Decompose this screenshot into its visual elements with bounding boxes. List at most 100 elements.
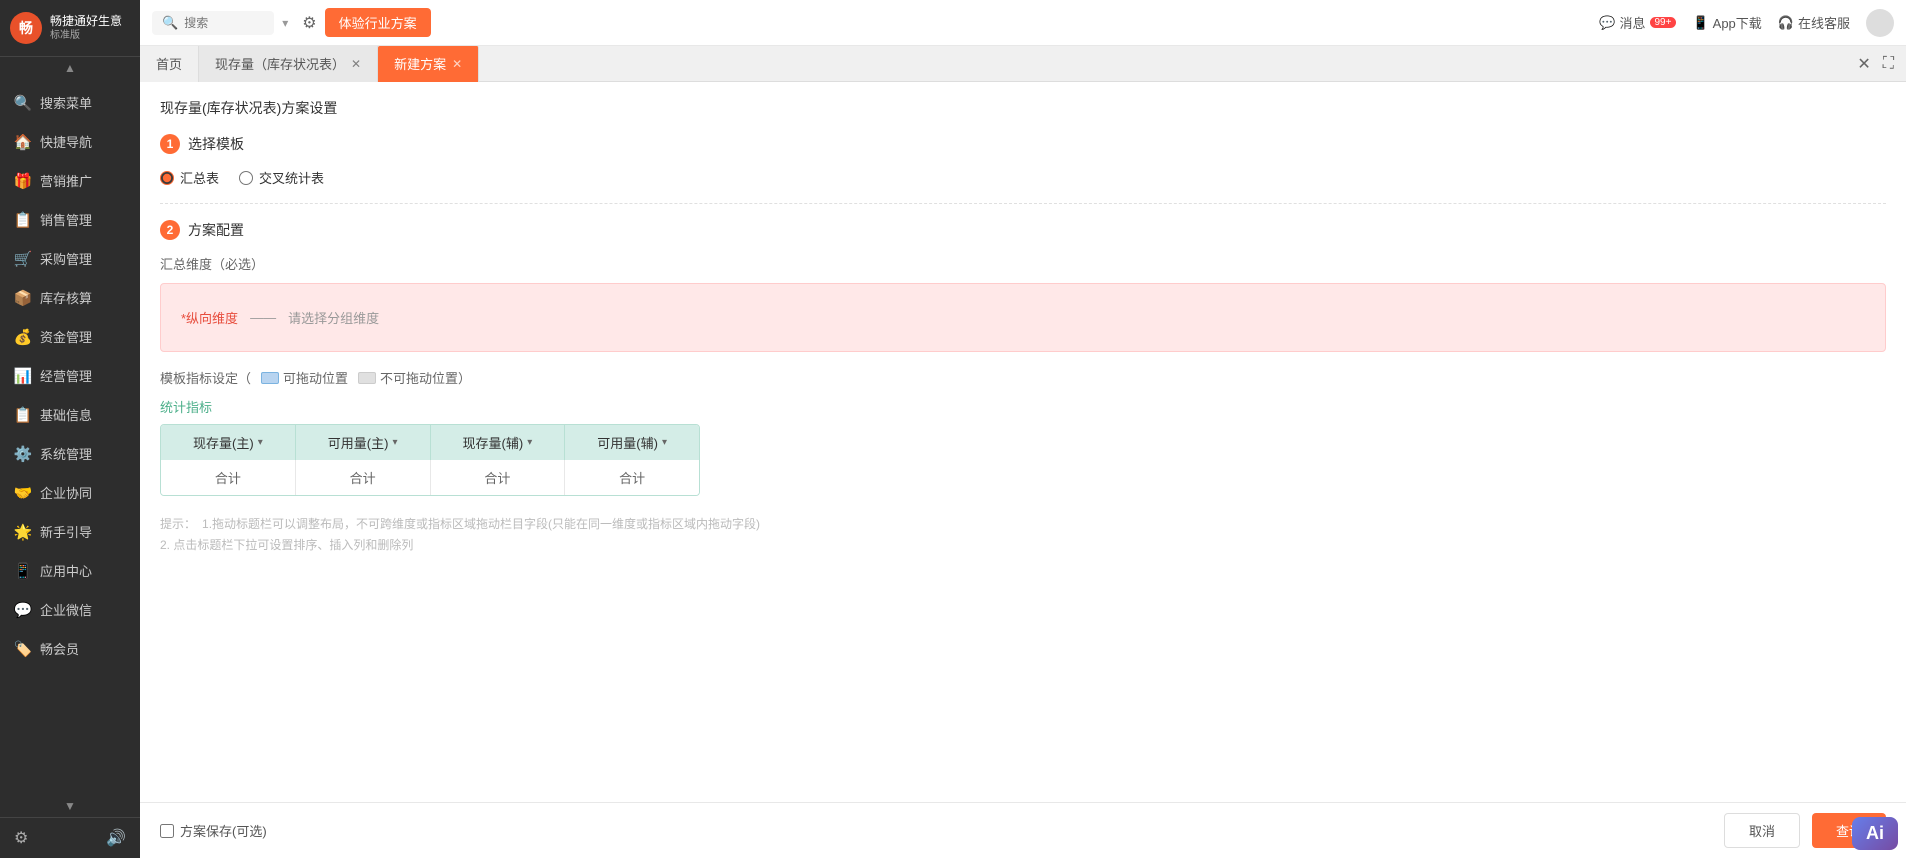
page-content: 现存量(库存状况表)方案设置 1 选择模板 汇总表 交叉统计表: [140, 82, 1906, 802]
wechat-icon: 💬: [14, 601, 32, 619]
app-download-button[interactable]: 📱 App下载: [1692, 13, 1761, 32]
not-draggable-indicator: 不可拖动位置）: [358, 368, 471, 387]
stats-col-header-3[interactable]: 可用量(辅) ▾: [565, 425, 699, 460]
step2-header: 2 方案配置: [160, 220, 1886, 240]
content-inner: 现存量(库存状况表)方案设置 1 选择模板 汇总表 交叉统计表: [140, 82, 1906, 802]
sidebar-item-newuser[interactable]: 🌟 新手引导: [0, 512, 140, 551]
topbar-right: 💬 消息 99+ 📱 App下载 🎧 在线客服: [1599, 9, 1894, 37]
template-summary-radio[interactable]: [160, 171, 174, 185]
save-checkbox[interactable]: [160, 824, 174, 838]
stats-col-body-0: 合计: [161, 460, 296, 495]
search-dropdown-icon[interactable]: ▾: [282, 16, 288, 30]
logo-icon: 畅: [10, 12, 42, 44]
sidebar-item-inventory[interactable]: 📦 库存核算: [0, 278, 140, 317]
search-nav-icon: 🔍: [14, 94, 32, 112]
step2-badge: 2: [160, 220, 180, 240]
stats-table: 现存量(主) ▾ 可用量(主) ▾ 现存量(辅) ▾ 可用量(辅): [160, 424, 700, 496]
page-bottom: 方案保存(可选) 取消 查询: [140, 802, 1906, 858]
tab-inventory-status[interactable]: 现存量（库存状况表） ✕: [199, 46, 378, 82]
sidebar-item-finance[interactable]: 💰 资金管理: [0, 317, 140, 356]
page-title: 现存量(库存状况表)方案设置: [160, 98, 1886, 118]
stats-col-header-0[interactable]: 现存量(主) ▾: [161, 425, 296, 460]
sidebar-item-marketing[interactable]: 🎁 营销推广: [0, 161, 140, 200]
tab-home[interactable]: 首页: [140, 46, 199, 82]
system-icon: ⚙️: [14, 445, 32, 463]
main-area: 🔍 ▾ ⚙ 体验行业方案 💬 消息 99+ 📱 App下载 🎧 在线客服: [140, 0, 1906, 858]
tip-line-1: 2. 点击标题栏下拉可设置排序、插入列和删除列: [160, 536, 1886, 553]
topbar-search-box: 🔍: [152, 11, 274, 35]
sidebar-item-sales[interactable]: 📋 销售管理: [0, 200, 140, 239]
stats-table-header: 现存量(主) ▾ 可用量(主) ▾ 现存量(辅) ▾ 可用量(辅): [161, 425, 699, 460]
operations-icon: 📊: [14, 367, 32, 385]
sidebar: 畅 畅捷通好生意 标准版 ▲ 🔍 搜索菜单 🏠 快捷导航 🎁 营销推广 📋 销售…: [0, 0, 140, 858]
headset-icon: 🎧: [1778, 15, 1794, 31]
search-input[interactable]: [184, 16, 264, 30]
draggable-indicator: 可拖动位置: [261, 368, 348, 387]
dimension-dash: ——: [250, 310, 276, 325]
template-select: 汇总表 交叉统计表: [160, 168, 1886, 187]
messages-button[interactable]: 💬 消息 99+: [1599, 13, 1676, 32]
sidebar-logo: 畅 畅捷通好生意 标准版: [0, 0, 140, 57]
sidebar-item-app-center[interactable]: 📱 应用中心: [0, 551, 140, 590]
purchase-icon: 🛒: [14, 250, 32, 268]
sidebar-item-wechat[interactable]: 💬 企业微信: [0, 590, 140, 629]
stats-table-body: 合计 合计 合计 合计: [161, 460, 699, 495]
draggable-box: [261, 372, 279, 384]
stats-col-header-1[interactable]: 可用量(主) ▾: [296, 425, 431, 460]
sidebar-item-operations[interactable]: 📊 经营管理: [0, 356, 140, 395]
newuser-icon: 🌟: [14, 523, 32, 541]
trial-button[interactable]: 体验行业方案: [325, 8, 431, 37]
cancel-button[interactable]: 取消: [1724, 813, 1800, 848]
expand-window-icon[interactable]: ⛶: [1879, 51, 1898, 77]
dimension-required-mark: *纵向维度: [181, 308, 238, 327]
tab-new-plan-close[interactable]: ✕: [452, 57, 462, 71]
sidebar-scroll-down[interactable]: ▼: [0, 795, 140, 817]
tab-new-plan[interactable]: 新建方案 ✕: [378, 46, 479, 82]
user-avatar[interactable]: [1866, 9, 1894, 37]
ai-badge[interactable]: Ai: [1852, 817, 1898, 850]
settings-icon[interactable]: ⚙: [14, 828, 28, 848]
sidebar-scroll-up[interactable]: ▲: [0, 57, 140, 79]
chevron-3-icon: ▾: [662, 437, 667, 448]
stats-col-body-2: 合计: [431, 460, 566, 495]
sidebar-item-cooperation[interactable]: 🤝 企业协同: [0, 473, 140, 512]
gear-icon[interactable]: ⚙: [302, 13, 316, 33]
sidebar-item-search[interactable]: 🔍 搜索菜单: [0, 83, 140, 122]
sidebar-item-system[interactable]: ⚙️ 系统管理: [0, 434, 140, 473]
sales-icon: 📋: [14, 211, 32, 229]
tabs-bar: 首页 现存量（库存状况表） ✕ 新建方案 ✕: [140, 46, 1906, 82]
template-summary-option[interactable]: 汇总表: [160, 168, 219, 187]
home-icon: 🏠: [14, 133, 32, 151]
aggregate-label: 汇总维度（必选）: [160, 254, 1886, 273]
sidebar-item-basic-info[interactable]: 📋 基础信息: [0, 395, 140, 434]
stats-col-body-1: 合计: [296, 460, 431, 495]
tips-section: 提示： 1.拖动标题栏可以调整布局，不可跨维度或指标区域拖动栏目字段(只能在同一…: [160, 515, 1886, 553]
sidebar-item-purchase[interactable]: 🛒 采购管理: [0, 239, 140, 278]
phone-icon: 📱: [1692, 15, 1708, 31]
customer-service-button[interactable]: 🎧 在线客服: [1778, 13, 1850, 32]
sidebar-item-quick-nav[interactable]: 🏠 快捷导航: [0, 122, 140, 161]
dimension-area[interactable]: *纵向维度 —— 请选择分组维度: [160, 283, 1886, 352]
tabs-wrapper: 首页 现存量（库存状况表） ✕ 新建方案 ✕ ✕ ⛶: [140, 46, 1906, 82]
close-window-icon[interactable]: ✕: [1853, 50, 1874, 78]
basic-info-icon: 📋: [14, 406, 32, 424]
step1-header: 1 选择模板: [160, 134, 1886, 154]
sidebar-item-member[interactable]: 🏷️ 畅会员: [0, 629, 140, 668]
app-center-icon: 📱: [14, 562, 32, 580]
save-option[interactable]: 方案保存(可选): [160, 821, 267, 840]
logo-text: 畅捷通好生意 标准版: [50, 13, 122, 44]
audio-icon[interactable]: 🔊: [106, 828, 126, 848]
not-draggable-box: [358, 372, 376, 384]
template-cross-radio[interactable]: [239, 171, 253, 185]
stats-col-header-2[interactable]: 现存量(辅) ▾: [431, 425, 566, 460]
message-icon: 💬: [1599, 15, 1615, 31]
template-cross-option[interactable]: 交叉统计表: [239, 168, 324, 187]
step1-badge: 1: [160, 134, 180, 154]
chevron-2-icon: ▾: [527, 437, 532, 448]
inventory-icon: 📦: [14, 289, 32, 307]
finance-icon: 💰: [14, 328, 32, 346]
tab-inventory-status-close[interactable]: ✕: [351, 57, 361, 71]
dimension-placeholder: 请选择分组维度: [288, 308, 379, 327]
search-icon: 🔍: [162, 15, 178, 31]
stats-section-label: 统计指标: [160, 397, 1886, 416]
